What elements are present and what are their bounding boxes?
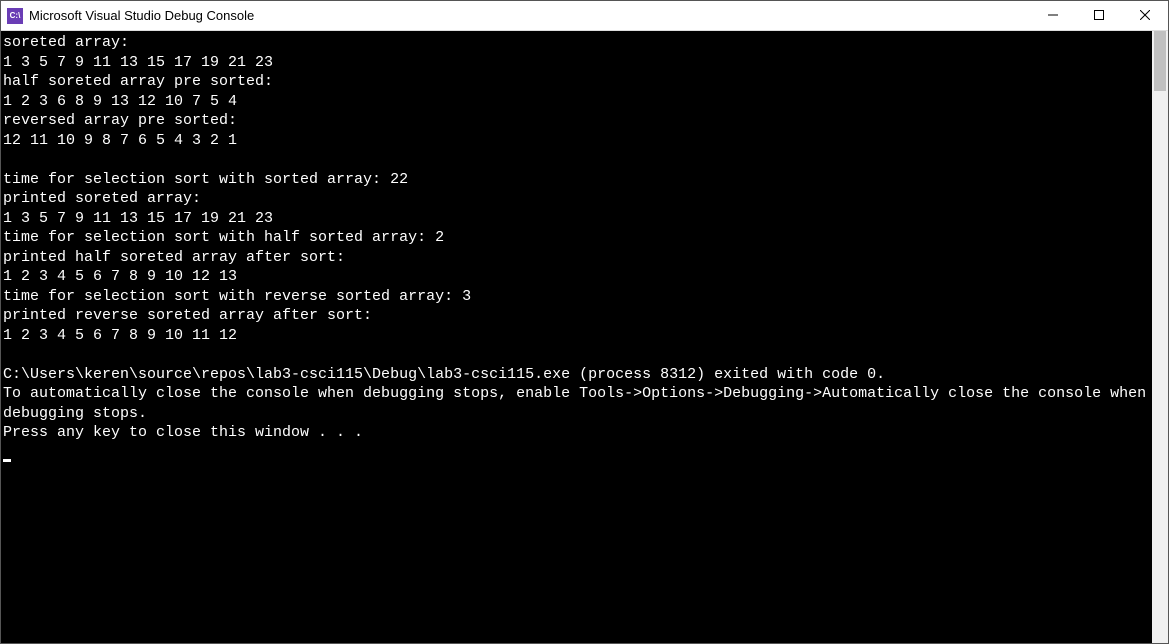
console-line: To automatically close the console when … [3,384,1152,423]
console-line: printed reverse soreted array after sort… [3,306,1152,326]
maximize-button[interactable] [1076,1,1122,31]
close-button[interactable] [1122,1,1168,31]
console-line: printed soreted array: [3,189,1152,209]
console-line: 1 2 3 4 5 6 7 8 9 10 11 12 [3,326,1152,346]
console-area: soreted array:1 3 5 7 9 11 13 15 17 19 2… [1,31,1168,643]
close-icon [1140,8,1150,23]
scrollbar-thumb[interactable] [1154,31,1166,91]
window-title: Microsoft Visual Studio Debug Console [29,8,1030,23]
console-line: 1 2 3 4 5 6 7 8 9 10 12 13 [3,267,1152,287]
console-line: C:\Users\keren\source\repos\lab3-csci115… [3,365,1152,385]
console-line: soreted array: [3,33,1152,53]
console-line: half soreted array pre sorted: [3,72,1152,92]
window-controls [1030,1,1168,31]
console-cursor [3,459,11,462]
console-line: time for selection sort with half sorted… [3,228,1152,248]
console-line: time for selection sort with sorted arra… [3,170,1152,190]
console-output[interactable]: soreted array:1 3 5 7 9 11 13 15 17 19 2… [1,31,1152,643]
console-line [3,150,1152,170]
maximize-icon [1094,8,1104,23]
console-line [3,345,1152,365]
console-line: Press any key to close this window . . . [3,423,1152,443]
minimize-icon [1048,8,1058,23]
console-line: time for selection sort with reverse sor… [3,287,1152,307]
cursor-line [3,443,1152,463]
console-line: printed half soreted array after sort: [3,248,1152,268]
console-line: reversed array pre sorted: [3,111,1152,131]
vertical-scrollbar[interactable] [1152,31,1168,643]
console-line: 1 3 5 7 9 11 13 15 17 19 21 23 [3,53,1152,73]
window-frame: C:\ Microsoft Visual Studio Debug Consol… [0,0,1169,644]
console-line: 1 3 5 7 9 11 13 15 17 19 21 23 [3,209,1152,229]
titlebar[interactable]: C:\ Microsoft Visual Studio Debug Consol… [1,1,1168,31]
app-icon: C:\ [7,8,23,24]
minimize-button[interactable] [1030,1,1076,31]
console-line: 1 2 3 6 8 9 13 12 10 7 5 4 [3,92,1152,112]
console-line: 12 11 10 9 8 7 6 5 4 3 2 1 [3,131,1152,151]
